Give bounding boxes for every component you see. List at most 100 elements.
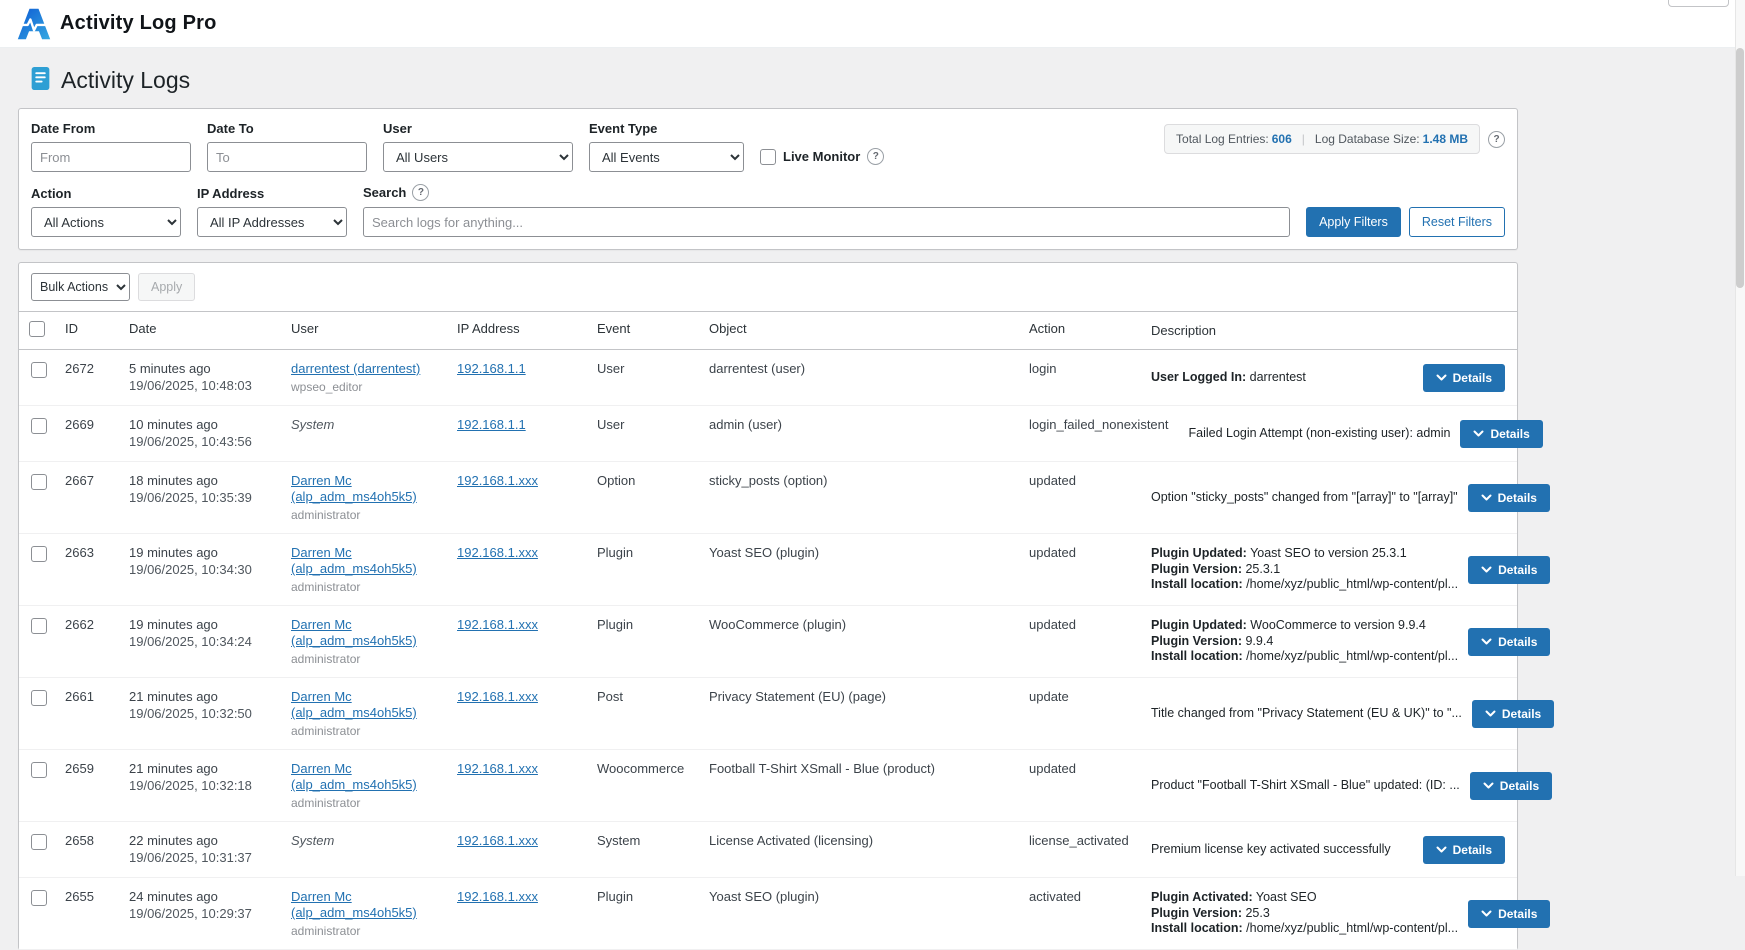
top-bar: Activity Log Pro Help	[0, 0, 1745, 48]
row-user-role: wpseo_editor	[291, 380, 437, 394]
row-user-role: administrator	[291, 580, 437, 594]
row-event: Plugin	[587, 606, 699, 677]
row-user-link[interactable]: Darren Mc (alp_adm_ms4oh5k5)	[291, 889, 417, 920]
table-row: 2667 18 minutes ago 19/06/2025, 10:35:39…	[19, 462, 1517, 534]
row-ip-link[interactable]: 192.168.1.xxx	[457, 473, 538, 488]
column-header-description: Description	[1141, 312, 1517, 349]
event-type-select[interactable]: All Events	[589, 142, 744, 172]
row-user-link[interactable]: Darren Mc (alp_adm_ms4oh5k5)	[291, 761, 417, 792]
details-button[interactable]: Details	[1470, 772, 1552, 800]
chevron-down-icon	[1485, 710, 1496, 717]
row-user-role: administrator	[291, 508, 437, 522]
details-button[interactable]: Details	[1472, 700, 1554, 728]
live-monitor-help-icon[interactable]: ?	[867, 148, 884, 165]
date-to-input[interactable]	[207, 142, 367, 172]
filter-date-to: Date To	[207, 121, 367, 172]
row-user-link[interactable]: darrentest (darrentest)	[291, 361, 420, 376]
row-user: Darren Mc (alp_adm_ms4oh5k5) administrat…	[281, 606, 447, 677]
row-id: 2658	[55, 822, 119, 877]
row-action: update	[1019, 678, 1141, 749]
row-ip-link[interactable]: 192.168.1.xxx	[457, 761, 538, 776]
table-row: 2658 22 minutes ago 19/06/2025, 10:31:37…	[19, 822, 1517, 878]
row-date-relative: 21 minutes ago	[129, 761, 271, 777]
row-description: Plugin Activated: Yoast SEOPlugin Versio…	[1151, 890, 1458, 937]
row-description: Title changed from "Privacy Statement (E…	[1151, 706, 1462, 722]
bulk-apply-button[interactable]: Apply	[138, 273, 195, 301]
row-ip-link[interactable]: 192.168.1.1	[457, 417, 526, 432]
row-checkbox[interactable]	[31, 418, 47, 434]
page-title: Activity Logs	[61, 67, 190, 94]
filter-action: Action All Actions	[31, 186, 181, 237]
row-date-absolute: 19/06/2025, 10:35:39	[129, 490, 271, 506]
apply-filters-button[interactable]: Apply Filters	[1306, 207, 1401, 237]
column-header-object: Object	[699, 312, 1019, 349]
row-user: System	[281, 822, 447, 877]
app-title: Activity Log Pro	[60, 12, 217, 35]
row-event: System	[587, 822, 699, 877]
action-select[interactable]: All Actions	[31, 207, 181, 237]
row-checkbox[interactable]	[31, 546, 47, 562]
table-body: 2672 5 minutes ago 19/06/2025, 10:48:03 …	[19, 350, 1517, 950]
filter-buttons: Apply Filters Reset Filters	[1306, 207, 1505, 237]
date-from-input[interactable]	[31, 142, 191, 172]
vertical-scrollbar[interactable]	[1735, 0, 1745, 876]
details-button[interactable]: Details	[1423, 364, 1505, 392]
row-user-link[interactable]: Darren Mc (alp_adm_ms4oh5k5)	[291, 617, 417, 648]
row-description: Plugin Updated: WooCommerce to version 9…	[1151, 618, 1458, 665]
user-select[interactable]: All Users	[383, 142, 573, 172]
details-button[interactable]: Details	[1468, 628, 1550, 656]
scrollbar-thumb[interactable]	[1736, 48, 1744, 288]
row-ip-link[interactable]: 192.168.1.1	[457, 361, 526, 376]
row-id: 2661	[55, 678, 119, 749]
row-user-link[interactable]: Darren Mc (alp_adm_ms4oh5k5)	[291, 473, 417, 504]
row-checkbox[interactable]	[31, 618, 47, 634]
row-object: admin (user)	[699, 406, 1019, 461]
row-checkbox[interactable]	[31, 762, 47, 778]
row-date-absolute: 19/06/2025, 10:31:37	[129, 850, 271, 866]
column-header-user: User	[281, 312, 447, 349]
filters-panel: Date From Date To User All Users Event T…	[18, 108, 1518, 250]
details-button-label: Details	[1498, 907, 1537, 921]
search-input[interactable]	[363, 207, 1290, 237]
details-button[interactable]: Details	[1468, 556, 1550, 584]
row-date-absolute: 19/06/2025, 10:43:56	[129, 434, 271, 450]
row-checkbox[interactable]	[31, 690, 47, 706]
row-id: 2662	[55, 606, 119, 677]
details-button-label: Details	[1453, 843, 1492, 857]
row-event: User	[587, 350, 699, 405]
row-checkbox[interactable]	[31, 890, 47, 906]
details-button[interactable]: Details	[1460, 420, 1542, 448]
row-description: Option "sticky_posts" changed from "[arr…	[1151, 490, 1458, 506]
row-user-link[interactable]: Darren Mc (alp_adm_ms4oh5k5)	[291, 689, 417, 720]
row-ip-link[interactable]: 192.168.1.xxx	[457, 689, 538, 704]
row-ip-link[interactable]: 192.168.1.xxx	[457, 545, 538, 560]
details-button[interactable]: Details	[1468, 900, 1550, 928]
search-help-icon[interactable]: ?	[412, 184, 429, 201]
help-button[interactable]: Help	[1668, 0, 1729, 7]
row-checkbox[interactable]	[31, 834, 47, 850]
chevron-down-icon	[1481, 566, 1492, 573]
row-user-link[interactable]: Darren Mc (alp_adm_ms4oh5k5)	[291, 545, 417, 576]
reset-filters-button[interactable]: Reset Filters	[1409, 207, 1505, 237]
details-button-label: Details	[1453, 371, 1492, 385]
row-date-relative: 24 minutes ago	[129, 889, 271, 905]
bulk-actions-select[interactable]: Bulk Actions	[31, 273, 130, 301]
row-ip-link[interactable]: 192.168.1.xxx	[457, 617, 538, 632]
details-button[interactable]: Details	[1423, 836, 1505, 864]
select-all-checkbox[interactable]	[29, 321, 45, 337]
ip-address-select[interactable]: All IP Addresses	[197, 207, 347, 237]
row-checkbox[interactable]	[31, 362, 47, 378]
details-button-label: Details	[1498, 563, 1537, 577]
live-monitor-checkbox[interactable]	[760, 149, 776, 165]
table-row: 2655 24 minutes ago 19/06/2025, 10:29:37…	[19, 878, 1517, 950]
row-ip-link[interactable]: 192.168.1.xxx	[457, 833, 538, 848]
stats-help-icon[interactable]: ?	[1488, 131, 1505, 148]
row-checkbox[interactable]	[31, 474, 47, 490]
details-button[interactable]: Details	[1468, 484, 1550, 512]
row-user-role: administrator	[291, 652, 437, 666]
row-user: System	[281, 406, 447, 461]
row-ip-link[interactable]: 192.168.1.xxx	[457, 889, 538, 904]
date-to-label: Date To	[207, 121, 367, 136]
row-id: 2672	[55, 350, 119, 405]
row-user: darrentest (darrentest) wpseo_editor	[281, 350, 447, 405]
